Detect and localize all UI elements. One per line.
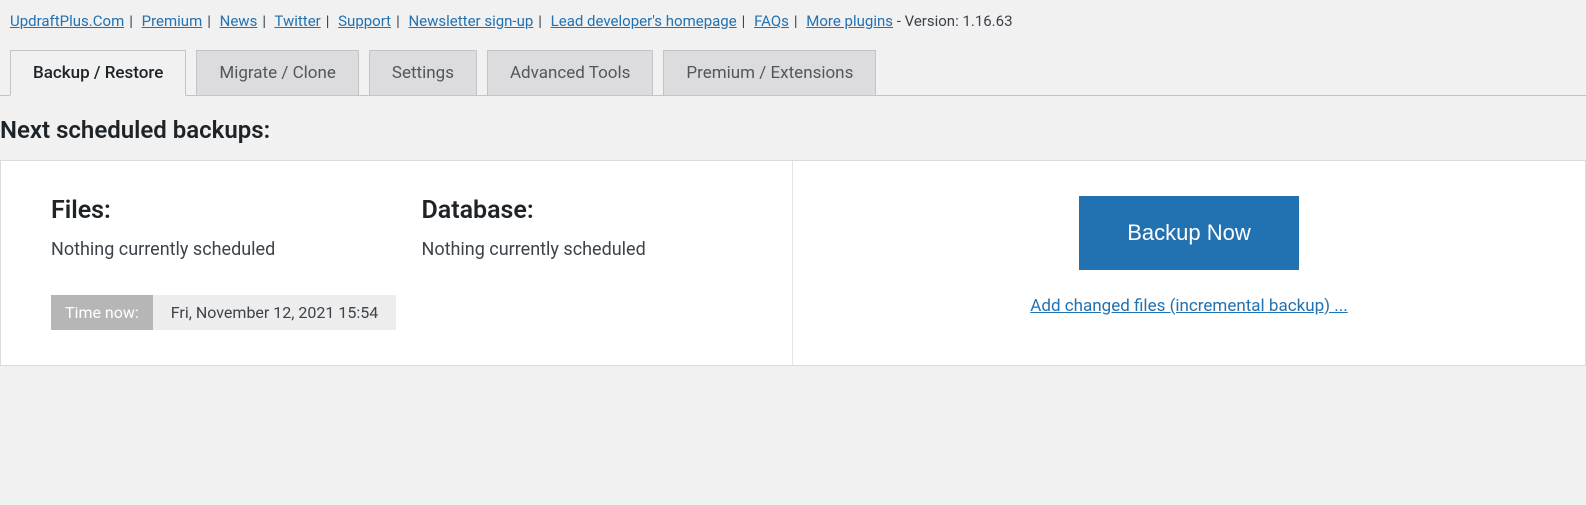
link-twitter[interactable]: Twitter bbox=[274, 12, 320, 30]
tab-settings[interactable]: Settings bbox=[369, 50, 477, 95]
schedule-panel: Files: Nothing currently scheduled Datab… bbox=[0, 160, 1586, 366]
schedule-files-col: Files: Nothing currently scheduled bbox=[51, 196, 372, 260]
files-status: Nothing currently scheduled bbox=[51, 239, 372, 260]
link-lead-developer[interactable]: Lead developer's homepage bbox=[551, 12, 737, 30]
timenow-label: Time now: bbox=[51, 295, 153, 330]
link-newsletter[interactable]: Newsletter sign-up bbox=[408, 12, 533, 30]
incremental-backup-link[interactable]: Add changed files (incremental backup) .… bbox=[1030, 296, 1347, 316]
version-number: 1.16.63 bbox=[962, 12, 1012, 30]
schedule-database-col: Database: Nothing currently scheduled bbox=[422, 196, 743, 260]
timenow-row: Time now: Fri, November 12, 2021 15:54 bbox=[51, 295, 742, 330]
header-links-bar: UpdraftPlus.Com| Premium| News| Twitter|… bbox=[0, 0, 1586, 42]
tab-advanced-tools[interactable]: Advanced Tools bbox=[487, 50, 653, 95]
timenow-value: Fri, November 12, 2021 15:54 bbox=[153, 295, 396, 330]
files-label: Files: bbox=[51, 196, 372, 225]
section-heading: Next scheduled backups: bbox=[0, 96, 1586, 160]
link-updraftplus[interactable]: UpdraftPlus.Com bbox=[10, 12, 124, 30]
database-label: Database: bbox=[422, 196, 743, 225]
schedule-left: Files: Nothing currently scheduled Datab… bbox=[1, 161, 793, 365]
link-support[interactable]: Support bbox=[338, 12, 391, 30]
link-news[interactable]: News bbox=[220, 12, 258, 30]
database-status: Nothing currently scheduled bbox=[422, 239, 743, 260]
tab-premium-extensions[interactable]: Premium / Extensions bbox=[663, 50, 876, 95]
link-faqs[interactable]: FAQs bbox=[754, 12, 789, 30]
backup-now-button[interactable]: Backup Now bbox=[1079, 196, 1299, 270]
link-more-plugins[interactable]: More plugins bbox=[806, 12, 893, 30]
version-prefix: - Version: bbox=[893, 12, 962, 30]
schedule-columns: Files: Nothing currently scheduled Datab… bbox=[51, 196, 742, 260]
tab-migrate-clone[interactable]: Migrate / Clone bbox=[196, 50, 359, 95]
schedule-right: Backup Now Add changed files (incrementa… bbox=[793, 161, 1585, 365]
tab-backup-restore[interactable]: Backup / Restore bbox=[10, 50, 186, 96]
tabs-row: Backup / Restore Migrate / Clone Setting… bbox=[0, 42, 1586, 96]
link-premium[interactable]: Premium bbox=[142, 12, 203, 30]
